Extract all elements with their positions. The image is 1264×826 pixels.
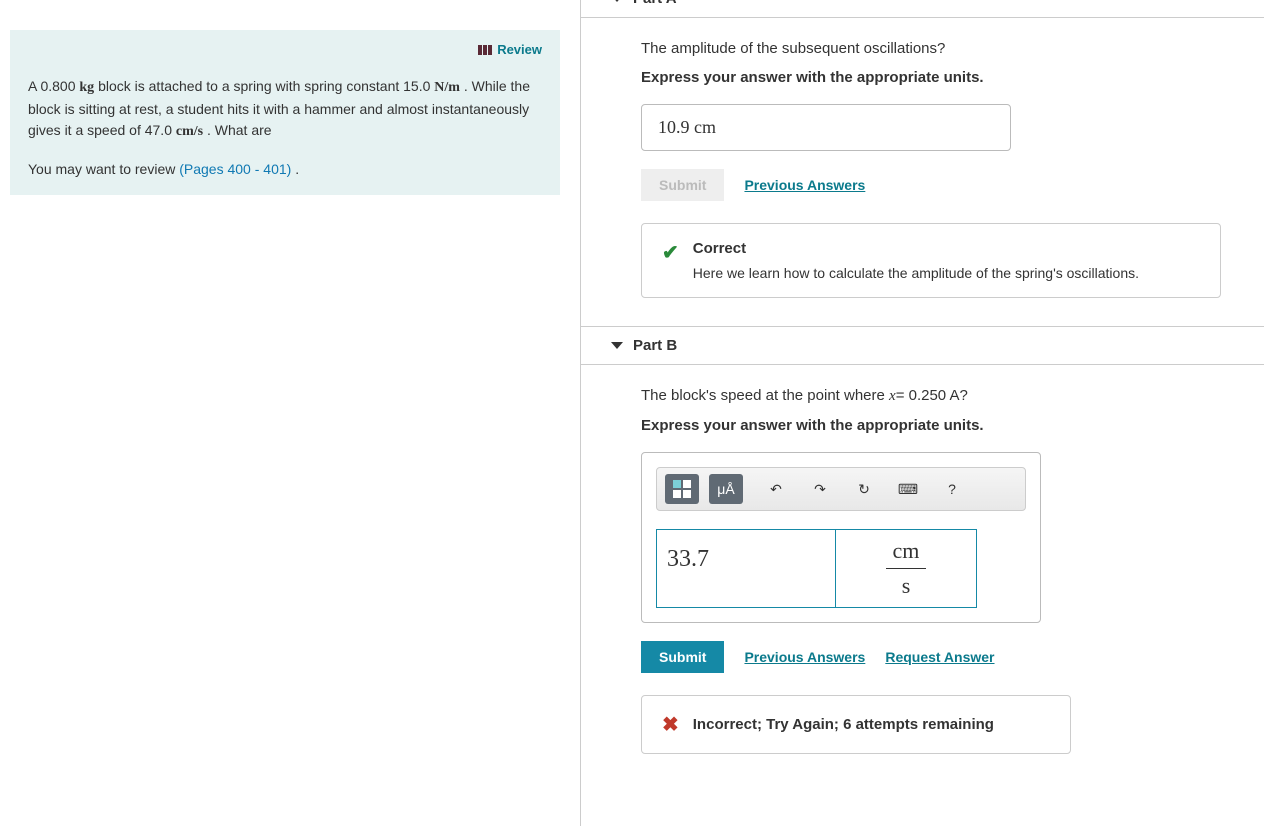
templates-button[interactable]	[665, 474, 699, 504]
redo-button[interactable]: ↷	[803, 474, 837, 504]
units-button[interactable]: μÅ	[709, 474, 743, 504]
submit-button-disabled: Submit	[641, 169, 724, 201]
answer-input-row: 33.7 cm s	[656, 529, 1026, 608]
part-a-actions: Submit Previous Answers	[641, 169, 1234, 201]
problem-text: A 0.800 kg block is attached to a spring…	[28, 76, 542, 143]
part-a-body: The amplitude of the subsequent oscillat…	[581, 18, 1264, 326]
feedback-title: Correct	[693, 240, 1200, 257]
part-b-instruction: Express your answer with the appropriate…	[641, 417, 1234, 434]
hint-line: You may want to review (Pages 400 - 401)…	[28, 161, 542, 177]
unit-numerator: cm	[893, 538, 920, 564]
answer-editor: μÅ ↶ ↷ ↻ ⌨ ? 33.7 cm s	[641, 452, 1041, 623]
problem-panel: Review A 0.800 kg block is attached to a…	[0, 0, 580, 826]
unit-denominator: s	[902, 573, 911, 599]
part-b-feedback: ✖ Incorrect; Try Again; 6 attempts remai…	[641, 695, 1071, 754]
check-icon: ✔	[662, 240, 679, 281]
review-link[interactable]: Review	[478, 42, 542, 57]
part-a-answer: 10.9 cm	[641, 104, 1011, 151]
x-icon: ✖	[662, 712, 679, 737]
incorrect-text: Incorrect; Try Again; 6 attempts remaini…	[693, 716, 994, 733]
problem-box: Review A 0.800 kg block is attached to a…	[10, 30, 560, 195]
chevron-down-icon	[611, 0, 623, 2]
feedback-text: Here we learn how to calculate the ampli…	[693, 265, 1200, 281]
unit-input[interactable]: cm s	[836, 529, 977, 608]
pages-link[interactable]: (Pages 400 - 401)	[179, 161, 291, 177]
part-a-feedback: ✔ Correct Here we learn how to calculate…	[641, 223, 1221, 298]
part-b-question: The block's speed at the point where x= …	[641, 387, 1234, 405]
undo-button[interactable]: ↶	[759, 474, 793, 504]
part-a-question: The amplitude of the subsequent oscillat…	[641, 40, 1234, 57]
chevron-down-icon	[611, 342, 623, 349]
part-a-title: Part A	[633, 0, 677, 7]
review-label: Review	[497, 42, 542, 57]
answer-panel: Part A The amplitude of the subsequent o…	[581, 0, 1264, 826]
reset-button[interactable]: ↻	[847, 474, 881, 504]
part-b-actions: Submit Previous Answers Request Answer	[641, 641, 1234, 673]
keyboard-button[interactable]: ⌨	[891, 474, 925, 504]
part-a-header[interactable]: Part A	[581, 0, 1264, 18]
value-input[interactable]: 33.7	[656, 529, 836, 608]
part-b-header[interactable]: Part B	[581, 326, 1264, 365]
part-b-title: Part B	[633, 337, 677, 354]
editor-toolbar: μÅ ↶ ↷ ↻ ⌨ ?	[656, 467, 1026, 511]
help-button[interactable]: ?	[935, 474, 969, 504]
part-b-body: The block's speed at the point where x= …	[581, 365, 1264, 782]
templates-icon	[673, 480, 691, 498]
submit-button[interactable]: Submit	[641, 641, 724, 673]
book-icon	[478, 45, 492, 55]
fraction-line	[886, 568, 926, 569]
previous-answers-link[interactable]: Previous Answers	[744, 649, 865, 665]
request-answer-link[interactable]: Request Answer	[885, 649, 994, 665]
previous-answers-link[interactable]: Previous Answers	[744, 177, 865, 193]
part-a-instruction: Express your answer with the appropriate…	[641, 69, 1234, 86]
